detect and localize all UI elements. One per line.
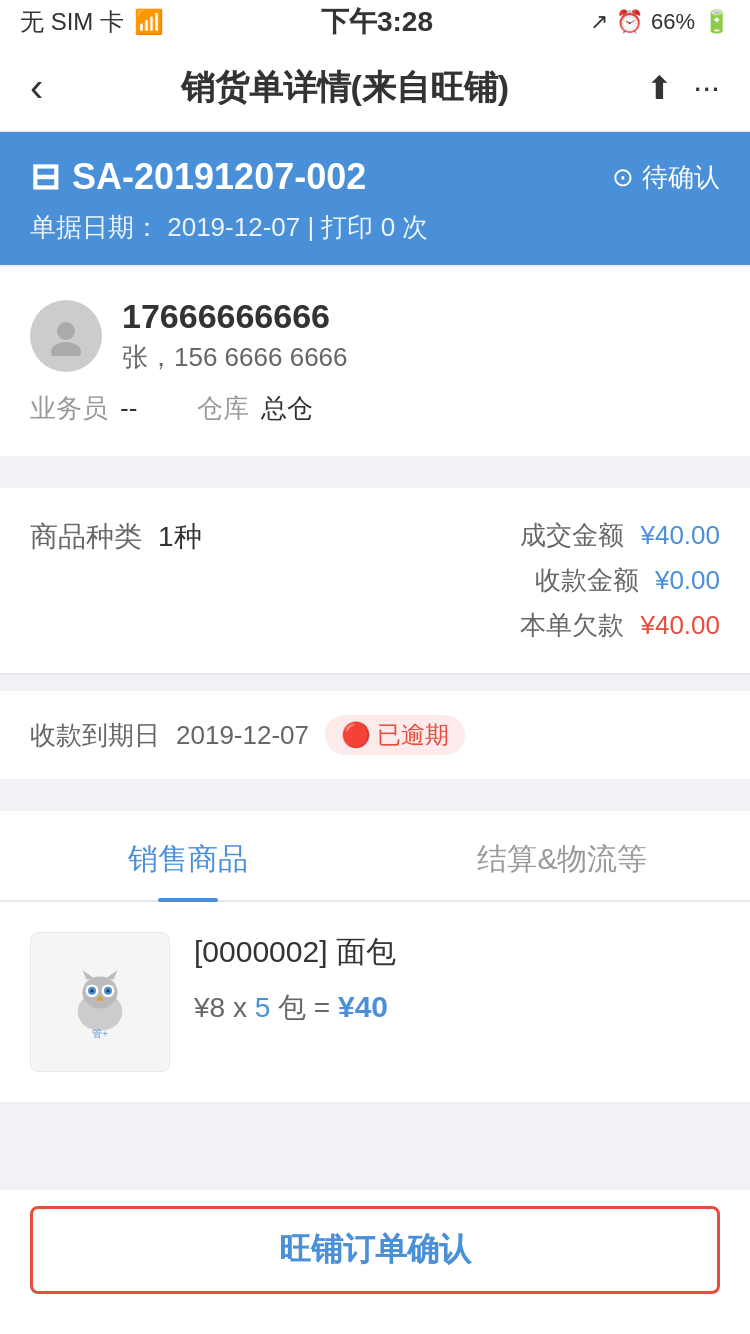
summary-left: 商品种类 1种 — [30, 518, 202, 556]
nav-right: ⬆ ··· — [646, 69, 720, 107]
divider-2 — [0, 673, 750, 675]
divider-1 — [0, 456, 750, 472]
nav-title: 销货单详情(来自旺铺) — [181, 65, 510, 111]
amount-value-0: ¥40.00 — [640, 520, 720, 551]
product-price: ¥8 — [194, 992, 225, 1023]
product-qty: 5 — [255, 992, 271, 1023]
customer-meta: 业务员 -- 仓库 总仓 — [30, 391, 720, 426]
svg-point-10 — [106, 989, 109, 992]
equals-sign: = — [314, 992, 338, 1023]
overdue-badge: 🔴 已逾期 — [325, 715, 465, 755]
customer-section: 17666666666 张，156 6666 6666 业务员 -- 仓库 总仓 — [0, 267, 750, 456]
tabs-header: 销售商品 结算&物流等 — [0, 811, 750, 902]
warehouse-value: 总仓 — [261, 391, 313, 426]
customer-details: 17666666666 张，156 6666 6666 — [122, 297, 348, 375]
sales-meta: 业务员 -- — [30, 391, 137, 426]
customer-phone: 17666666666 — [122, 297, 348, 336]
overdue-text: 已逾期 — [377, 719, 449, 751]
more-button[interactable]: ··· — [693, 69, 720, 106]
product-types-label: 商品种类 — [30, 518, 142, 556]
amount-row-2: 本单欠款 ¥40.00 — [520, 608, 720, 643]
amount-value-1: ¥0.00 — [655, 565, 720, 596]
svg-text:管+: 管+ — [92, 1028, 108, 1039]
warehouse-label: 仓库 — [197, 391, 249, 426]
order-status: ⊙ 待确认 — [612, 160, 720, 195]
wifi-icon: 📶 — [134, 8, 164, 36]
payment-due-date: 2019-12-07 — [176, 720, 309, 751]
sales-label: 业务员 — [30, 391, 108, 426]
amount-value-2: ¥40.00 — [640, 610, 720, 641]
amount-row-0: 成交金额 ¥40.00 — [520, 518, 720, 553]
multiply-sign: x — [233, 992, 255, 1023]
status-time: 下午3:28 — [321, 3, 433, 41]
amount-label-2: 本单欠款 — [520, 608, 624, 643]
bottom-bar: 旺铺订单确认 — [0, 1190, 750, 1334]
amount-row-1: 收款金额 ¥0.00 — [535, 563, 720, 598]
status-text: 待确认 — [642, 160, 720, 195]
product-total: ¥40 — [338, 990, 388, 1023]
status-clock-icon: ⊙ — [612, 162, 634, 193]
tab-sales-products[interactable]: 销售商品 — [0, 811, 375, 900]
product-info: [0000002] 面包 ¥8 x 5 包 = ¥40 — [194, 932, 720, 1027]
confirm-order-button[interactable]: 旺铺订单确认 — [30, 1206, 720, 1294]
product-code: [0000002] — [194, 935, 327, 968]
payment-due-section: 收款到期日 2019-12-07 🔴 已逾期 — [0, 691, 750, 779]
overdue-warning-icon: 🔴 — [341, 721, 371, 749]
location-icon: ↗ — [590, 9, 608, 35]
svg-point-1 — [51, 342, 81, 356]
summary-section: 商品种类 1种 成交金额 ¥40.00 收款金额 ¥0.00 本单欠款 ¥40.… — [0, 488, 750, 673]
alarm-icon: ⏰ — [616, 9, 643, 35]
status-left: 无 SIM 卡 📶 — [20, 6, 164, 38]
product-thumbnail: 管+ — [30, 932, 170, 1072]
carrier-text: 无 SIM 卡 — [20, 6, 124, 38]
order-date-row: 单据日期： 2019-12-07 | 打印 0 次 — [30, 210, 720, 245]
order-id-text: SA-20191207-002 — [72, 156, 366, 198]
payment-due-label: 收款到期日 — [30, 718, 160, 753]
status-right: ↗ ⏰ 66% 🔋 — [590, 9, 730, 35]
battery-icon: 🔋 — [703, 9, 730, 35]
product-types-item: 商品种类 1种 — [30, 518, 202, 556]
order-date-label: 单据日期： — [30, 212, 160, 242]
product-name-text: 面包 — [336, 935, 396, 968]
nav-bar: ‹ 销货单详情(来自旺铺) ⬆ ··· — [0, 44, 750, 132]
amount-label-0: 成交金额 — [520, 518, 624, 553]
customer-avatar — [30, 300, 102, 372]
order-print-text: | 打印 0 次 — [307, 212, 428, 242]
amount-label-1: 收款金额 — [535, 563, 639, 598]
back-button[interactable]: ‹ — [30, 65, 43, 110]
divider-3 — [0, 779, 750, 795]
product-price-row: ¥8 x 5 包 = ¥40 — [194, 989, 720, 1027]
share-button[interactable]: ⬆ — [646, 69, 673, 107]
svg-point-9 — [90, 989, 93, 992]
status-bar: 无 SIM 卡 📶 下午3:28 ↗ ⏰ 66% 🔋 — [0, 0, 750, 44]
sales-value: -- — [120, 393, 137, 424]
nav-left: ‹ — [30, 65, 43, 110]
battery-text: 66% — [651, 9, 695, 35]
svg-point-0 — [57, 322, 75, 340]
tabs-section: 销售商品 结算&物流等 — [0, 811, 750, 1102]
order-id-row: ⊟ SA-20191207-002 ⊙ 待确认 — [30, 156, 720, 198]
order-id-icon: ⊟ — [30, 156, 60, 198]
warehouse-meta: 仓库 总仓 — [197, 391, 313, 426]
customer-name: 张，156 6666 6666 — [122, 340, 348, 375]
product-unit: 包 — [278, 992, 306, 1023]
product-item-0: 管+ [0000002] 面包 ¥8 x 5 包 = ¥40 — [0, 902, 750, 1102]
summary-right: 成交金额 ¥40.00 收款金额 ¥0.00 本单欠款 ¥40.00 — [520, 518, 720, 643]
customer-info-row: 17666666666 张，156 6666 6666 — [30, 297, 720, 375]
product-types-value: 1种 — [158, 518, 202, 556]
order-id: ⊟ SA-20191207-002 — [30, 156, 366, 198]
order-date-value: 2019-12-07 — [167, 212, 300, 242]
product-name: [0000002] 面包 — [194, 932, 720, 973]
order-header: ⊟ SA-20191207-002 ⊙ 待确认 单据日期： 2019-12-07… — [0, 132, 750, 265]
tab-settlement[interactable]: 结算&物流等 — [375, 811, 750, 900]
